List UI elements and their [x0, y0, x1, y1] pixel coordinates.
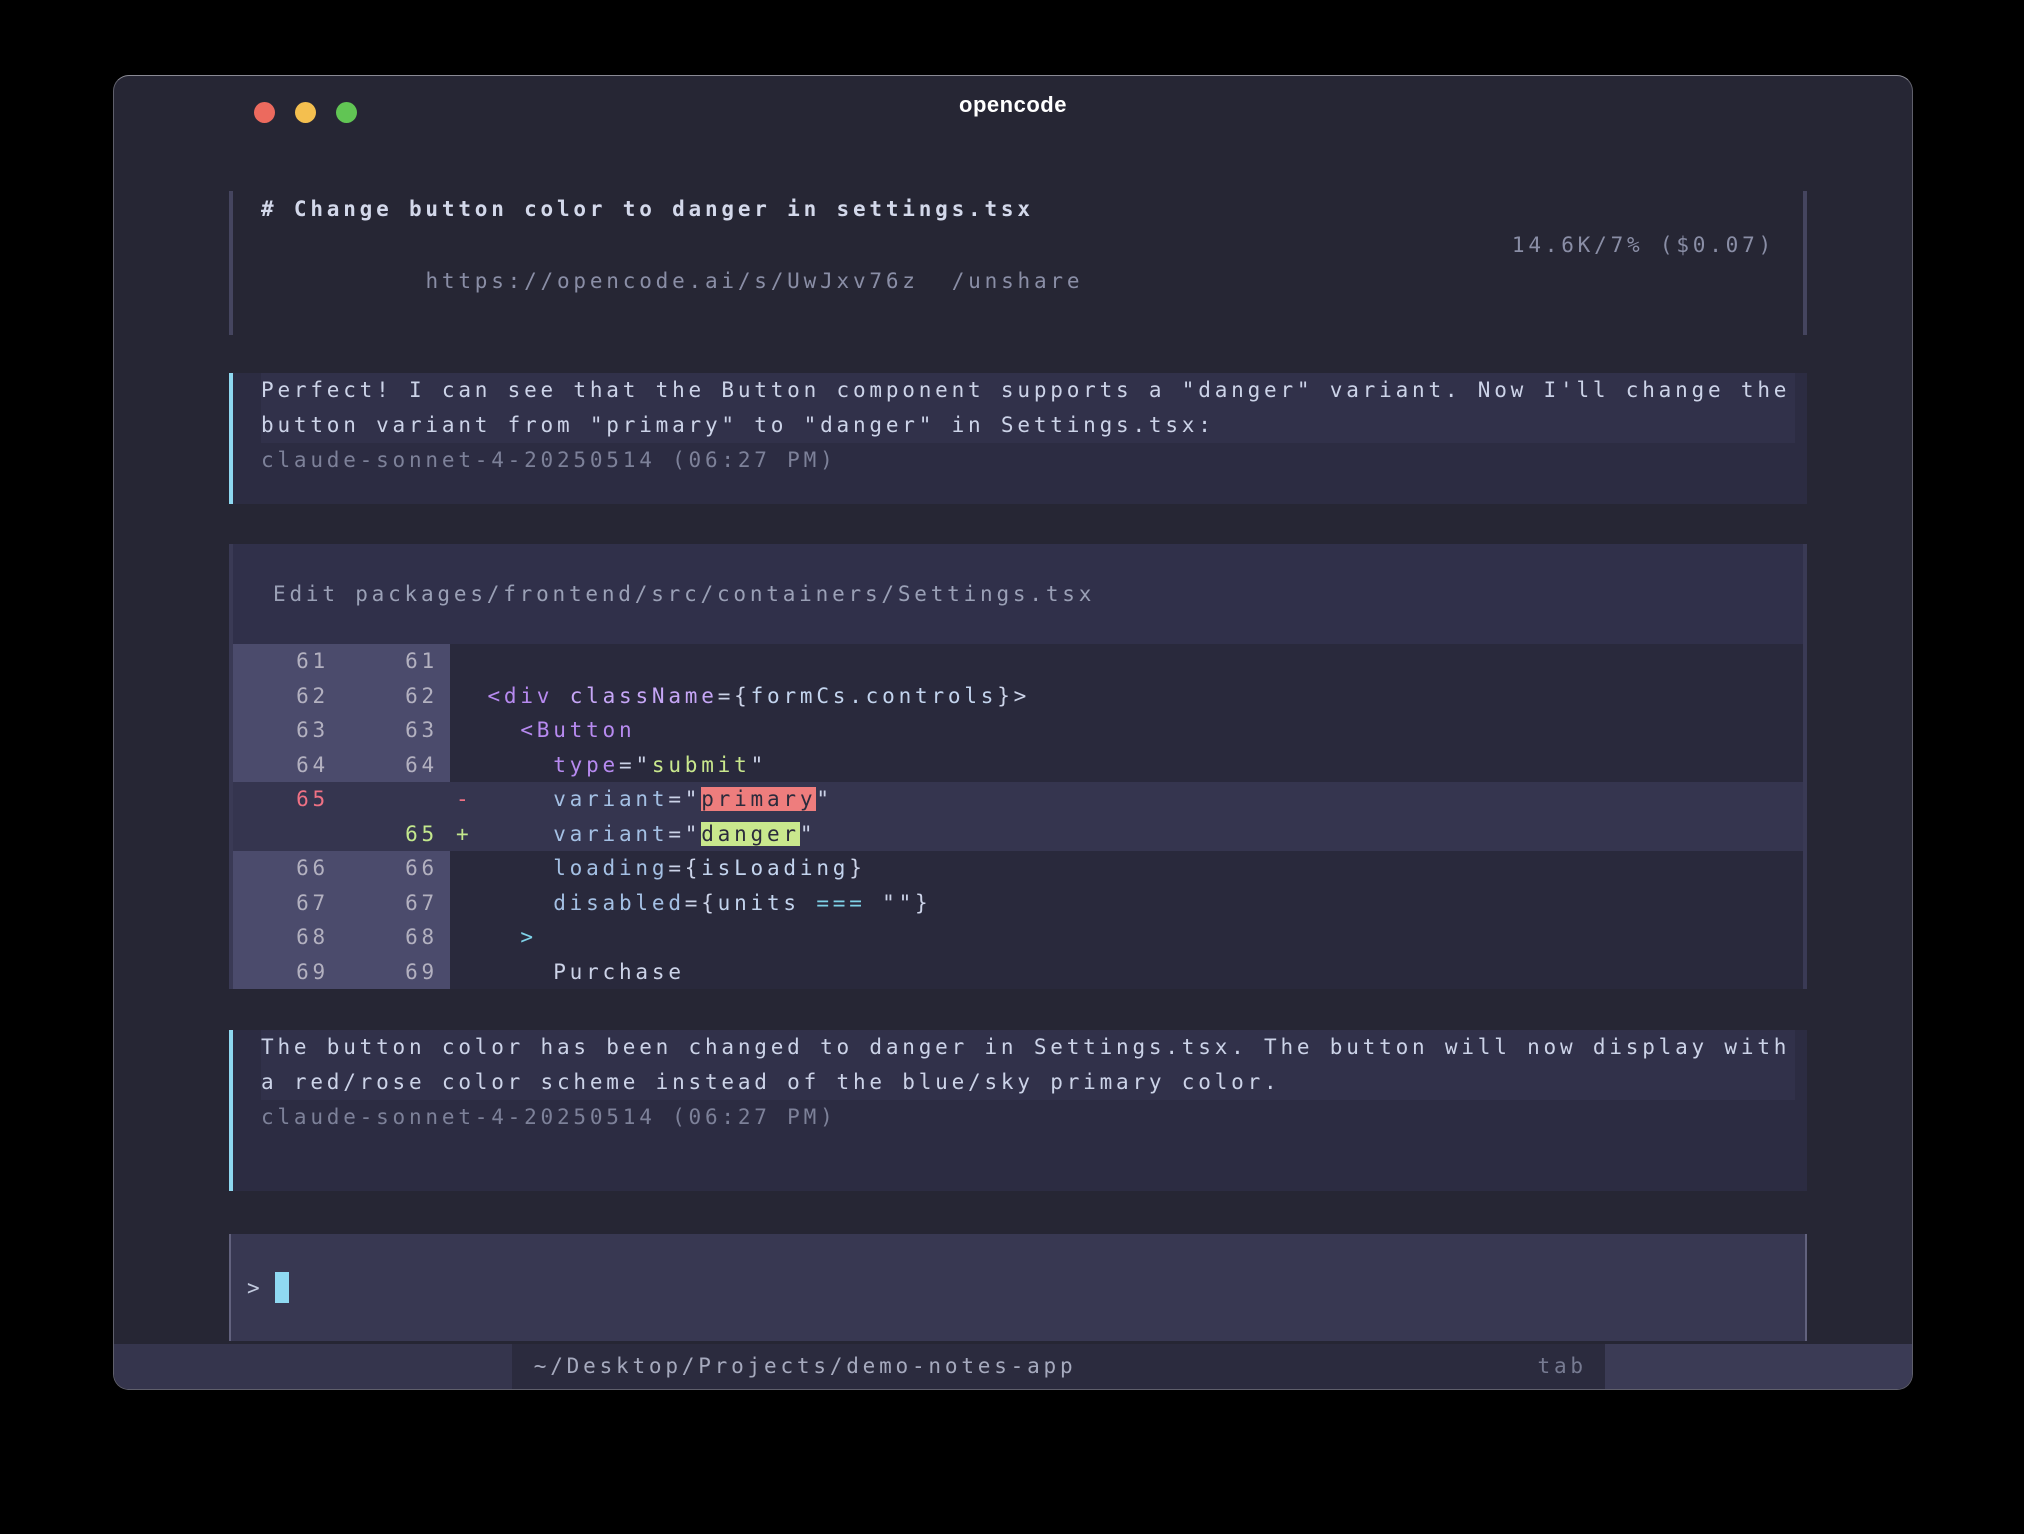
diff-row: 65 - variant="primary"	[233, 782, 1803, 817]
code-line: Purchase	[471, 955, 1803, 990]
diff-row: 65+ variant="danger"	[233, 817, 1803, 852]
prompt-symbol: >	[247, 1276, 263, 1300]
code-line	[471, 644, 1803, 679]
line-number-old: 63	[233, 713, 339, 748]
diff-row: 6363 <Button	[233, 713, 1803, 748]
line-number-old	[233, 817, 339, 852]
diff-marker	[450, 920, 471, 955]
diff-marker	[450, 851, 471, 886]
message-meta: claude-sonnet-4-20250514 (06:27 PM)	[261, 443, 1795, 478]
code-line: <Button	[471, 713, 1803, 748]
diff-row: 6161	[233, 644, 1803, 679]
line-number-old: 65	[233, 782, 339, 817]
code-line: loading={isLoading}	[471, 851, 1803, 886]
prompt-input[interactable]: >	[229, 1234, 1807, 1341]
line-number-new	[339, 782, 450, 817]
diff-row: 6868 >	[233, 920, 1803, 955]
line-number-new: 69	[339, 955, 450, 990]
code-line: type="submit"	[471, 748, 1803, 783]
line-number-new: 65	[339, 817, 450, 852]
unshare-command[interactable]: /unshare	[952, 269, 1084, 293]
diff-row: 6969 Purchase	[233, 955, 1803, 990]
share-url[interactable]: https://opencode.ai/s/UwJxv76z	[425, 269, 918, 293]
context-stats: 14.6K/7% ($0.07)	[1512, 227, 1775, 335]
code-line: variant="danger"	[471, 817, 1803, 852]
diff-marker: +	[450, 817, 471, 852]
line-number-old: 61	[233, 644, 339, 679]
status-bar: opencode v0.3.11 ~/Desktop/Projects/demo…	[114, 1344, 1912, 1389]
diff-row: 6767 disabled={units === ""}	[233, 886, 1803, 921]
diff-marker	[450, 713, 471, 748]
message-text: The button color has been changed to dan…	[261, 1030, 1795, 1100]
diff-marker	[450, 748, 471, 783]
diff-row: 6464 type="submit"	[233, 748, 1803, 783]
code-line: <div className={formCs.controls}>	[471, 679, 1803, 714]
text-cursor	[275, 1272, 289, 1303]
edit-tool-title: Edit packages/frontend/src/containers/Se…	[233, 544, 1803, 644]
line-number-old: 69	[233, 955, 339, 990]
mode-toggle[interactable]: BUILD MODE	[1605, 1344, 1912, 1389]
diff-row: 6262 <div className={formCs.controls}>	[233, 679, 1803, 714]
edit-tool-card: Edit packages/frontend/src/containers/Se…	[229, 544, 1807, 989]
tab-key-hint: tab	[1538, 1344, 1587, 1389]
message-meta: claude-sonnet-4-20250514 (06:27 PM)	[261, 1100, 1795, 1135]
line-number-new: 68	[339, 920, 450, 955]
diff-rows: 61616262 <div className={formCs.controls…	[233, 644, 1803, 989]
line-number-new: 61	[339, 644, 450, 679]
line-number-old: 66	[233, 851, 339, 886]
message-text: Perfect! I can see that the Button compo…	[261, 373, 1795, 443]
line-number-new: 64	[339, 748, 450, 783]
line-number-old: 68	[233, 920, 339, 955]
assistant-message: The button color has been changed to dan…	[229, 1030, 1807, 1191]
line-number-old: 64	[233, 748, 339, 783]
opencode-window: opencode # Change button color to danger…	[113, 75, 1913, 1390]
diff-row: 6666 loading={isLoading}	[233, 851, 1803, 886]
line-number-new: 62	[339, 679, 450, 714]
assistant-message: Perfect! I can see that the Button compo…	[229, 373, 1807, 504]
diff-marker	[450, 955, 471, 990]
code-line: variant="primary"	[471, 782, 1803, 817]
conversation-pane: # Change button color to danger in setti…	[229, 76, 1807, 1390]
line-number-new: 66	[339, 851, 450, 886]
diff-marker: -	[450, 782, 471, 817]
line-number-new: 63	[339, 713, 450, 748]
diff-marker	[450, 886, 471, 921]
line-number-old: 62	[233, 679, 339, 714]
session-title: # Change button color to danger in setti…	[261, 191, 1034, 227]
line-number-new: 67	[339, 886, 450, 921]
code-line: >	[471, 920, 1803, 955]
working-directory: ~/Desktop/Projects/demo-notes-app	[534, 1344, 1538, 1389]
diff-marker	[450, 644, 471, 679]
diff-marker	[450, 679, 471, 714]
session-header: # Change button color to danger in setti…	[229, 191, 1807, 335]
code-line: disabled={units === ""}	[471, 886, 1803, 921]
app-brand: opencode v0.3.11	[114, 1344, 512, 1389]
line-number-old: 67	[233, 886, 339, 921]
